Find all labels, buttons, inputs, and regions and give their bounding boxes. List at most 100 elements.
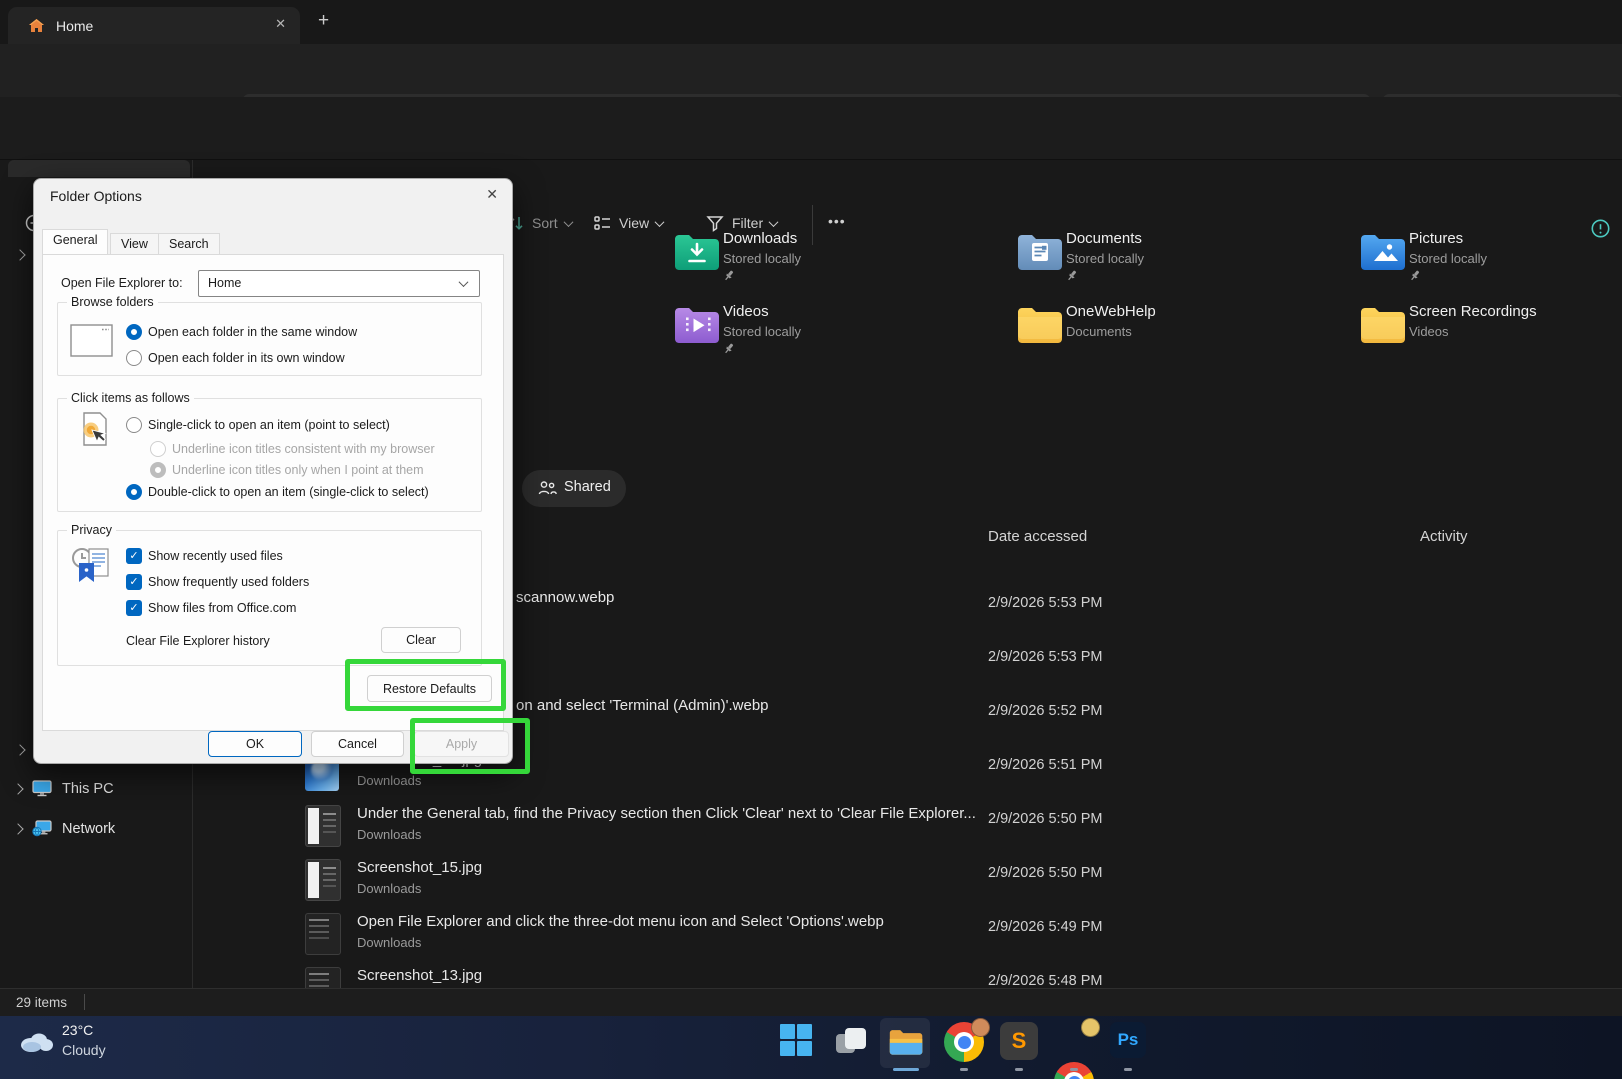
view-button-label: View [619, 215, 650, 231]
browse-window-icon [70, 324, 113, 357]
radio-same-window[interactable] [126, 324, 142, 340]
sidebar-this-pc-label: This PC [62, 780, 114, 797]
yellow-folder-icon [1018, 308, 1062, 343]
column-header-activity[interactable]: Activity [1420, 528, 1468, 545]
chevron-down-icon [768, 216, 779, 227]
radio-single-click-label: Single-click to open an item (point to s… [148, 418, 390, 432]
tile-subtitle: Stored locally [723, 251, 802, 266]
file-date: 2/9/2026 5:48 PM [988, 973, 1103, 989]
photoshop-icon[interactable]: Ps [1110, 1022, 1146, 1058]
videos-folder-icon [675, 308, 719, 343]
command-toolbar: New A Sort [0, 97, 1622, 245]
file-row[interactable]: Screenshot_15.jpg Downloads 2/9/2026 5:5… [193, 855, 1622, 908]
tab-view[interactable]: View [110, 233, 159, 254]
yellow-folder-icon [1361, 308, 1405, 343]
sublime-text-icon[interactable]: S [1000, 1022, 1038, 1060]
file-name: on and select 'Terminal (Admin)'.webp [516, 697, 769, 714]
sidebar-expand-chevron-icon[interactable] [14, 744, 26, 756]
file-thumbnail [305, 913, 341, 955]
navigation-bar: ← → ↑ Home Search Home [0, 44, 1622, 134]
tile-title: Pictures [1409, 230, 1464, 247]
file-explorer-taskbar-icon[interactable] [888, 1026, 924, 1058]
tab-home[interactable]: Home ✕ [8, 7, 300, 44]
item-count: 29 items [16, 995, 68, 1010]
tile-subtitle: Stored locally [723, 324, 802, 339]
filter-button-label: Filter [732, 215, 764, 231]
shared-section-button[interactable]: Shared [522, 470, 626, 507]
taskbar-running-indicator [960, 1068, 968, 1071]
checkbox-recent-files-label: Show recently used files [148, 549, 283, 563]
shared-label: Shared [564, 479, 611, 495]
chevron-down-icon [563, 216, 574, 227]
taskbar-running-indicator [1124, 1068, 1132, 1071]
more-options-button[interactable]: ••• [828, 213, 846, 229]
dialog-close-icon[interactable]: ✕ [486, 186, 498, 203]
file-date: 2/9/2026 5:51 PM [988, 757, 1103, 773]
home-favicon-icon [29, 19, 44, 32]
tile-subtitle: Stored locally [1066, 251, 1145, 266]
cancel-button[interactable]: Cancel [311, 731, 404, 757]
file-row[interactable]: Under the General tab, find the Privacy … [193, 801, 1622, 854]
start-button-icon[interactable] [778, 1022, 814, 1058]
click-items-legend: Click items as follows [67, 391, 194, 405]
sidebar-expand-chevron-icon[interactable] [14, 249, 26, 261]
file-location: Downloads [357, 881, 422, 896]
file-location: Downloads [357, 827, 422, 842]
click-pointer-icon [83, 412, 107, 446]
tab-bar: Home ✕ + [0, 0, 1622, 44]
tab-general[interactable]: General [42, 229, 109, 254]
file-date: 2/9/2026 5:53 PM [988, 649, 1103, 665]
pin-icon [725, 270, 734, 281]
sort-button[interactable]: Sort [505, 213, 574, 233]
status-bar: 29 items [0, 988, 1622, 1017]
file-location: Downloads [357, 773, 422, 788]
task-view-icon[interactable] [834, 1026, 870, 1058]
taskbar-running-indicator [1015, 1068, 1023, 1071]
sidebar-item-this-pc[interactable]: This PC [12, 780, 114, 797]
tile-title: Documents [1066, 230, 1142, 247]
tab-close-icon[interactable]: ✕ [275, 16, 286, 32]
radio-own-window[interactable] [126, 350, 142, 366]
radio-double-click-label: Double-click to open an item (single-cli… [148, 485, 429, 499]
privacy-legend: Privacy [67, 523, 116, 537]
browse-folders-group: Browse folders Open each folder in the s… [57, 295, 482, 376]
ok-button[interactable]: OK [208, 731, 302, 757]
checkbox-recent-files[interactable]: ✓ [126, 548, 142, 564]
chrome-profile-avatar [1081, 1018, 1100, 1037]
sidebar-item-partial[interactable] [8, 160, 190, 177]
click-items-group: Click items as follows Single-click to o… [57, 391, 482, 512]
file-date: 2/9/2026 5:52 PM [988, 703, 1103, 719]
checkbox-frequent-folders-label: Show frequently used folders [148, 575, 310, 589]
weather-temperature[interactable]: 23°C [62, 1022, 93, 1038]
taskbar-running-indicator [1070, 1068, 1078, 1071]
documents-folder-icon [1018, 235, 1062, 270]
file-name: Screenshot_13.jpg [357, 967, 483, 984]
file-name: Open File Explorer and click the three-d… [357, 913, 884, 930]
info-icon[interactable] [1590, 218, 1611, 239]
tile-subtitle: Documents [1066, 324, 1132, 339]
checkbox-frequent-folders[interactable]: ✓ [126, 574, 142, 590]
checkbox-office-files[interactable]: ✓ [126, 600, 142, 616]
people-icon [538, 481, 557, 495]
file-thumbnail [305, 859, 341, 901]
radio-single-click[interactable] [126, 417, 142, 433]
radio-double-click[interactable] [126, 484, 142, 500]
file-date: 2/9/2026 5:50 PM [988, 865, 1103, 881]
weather-condition[interactable]: Cloudy [62, 1042, 106, 1058]
chevron-right-icon [12, 822, 24, 835]
this-pc-icon [32, 780, 52, 797]
network-icon [32, 820, 52, 837]
tab-search[interactable]: Search [158, 233, 220, 254]
view-button[interactable]: View [592, 213, 665, 233]
weather-cloud-icon[interactable] [18, 1026, 56, 1056]
file-row[interactable]: Open File Explorer and click the three-d… [193, 909, 1622, 962]
privacy-group: Privacy ✓ Show recently used files ✓ Sho… [57, 523, 482, 666]
pin-icon [1068, 270, 1077, 281]
open-to-dropdown[interactable]: Home [198, 270, 480, 297]
file-date: 2/9/2026 5:50 PM [988, 811, 1103, 827]
clear-button[interactable]: Clear [381, 627, 461, 653]
checkbox-office-files-label: Show files from Office.com [148, 601, 297, 615]
sidebar-item-network[interactable]: Network [12, 820, 115, 837]
new-tab-button[interactable]: + [318, 10, 329, 32]
column-header-date-accessed[interactable]: Date accessed [988, 528, 1087, 545]
